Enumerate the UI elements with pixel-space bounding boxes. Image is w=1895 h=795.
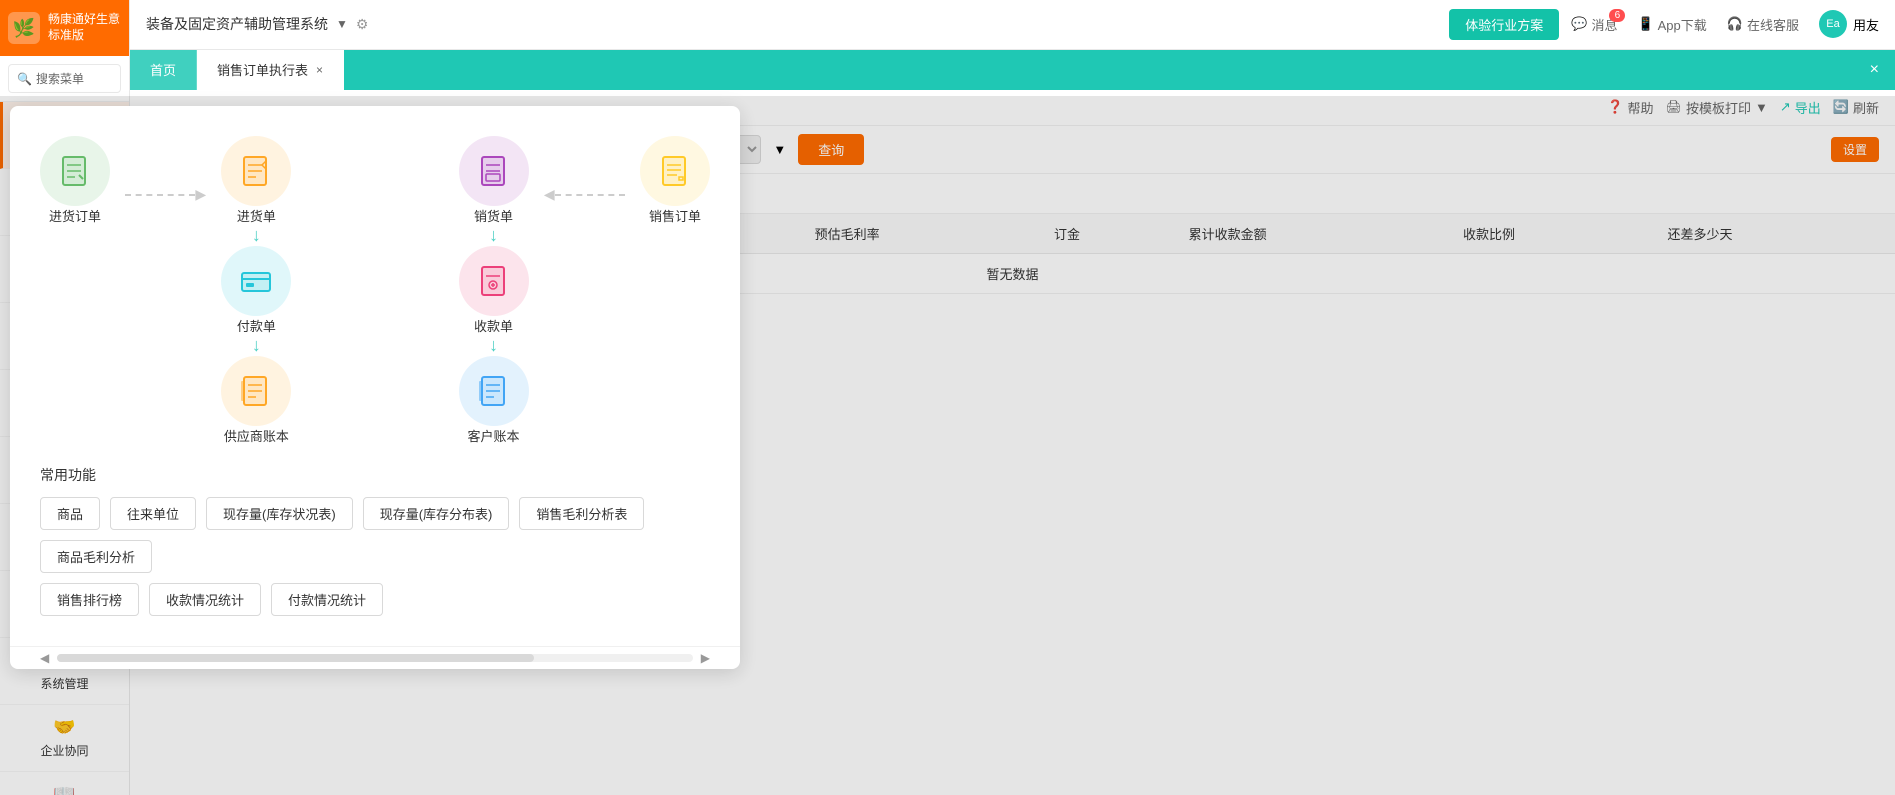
common-buttons-row-2: 销售排行榜 收款情况统计 付款情况统计 xyxy=(130,583,710,616)
flow-arrows-down-2: ↓ ↓ xyxy=(130,335,710,356)
tab-close-icon[interactable]: × xyxy=(316,63,323,77)
flow-node-payment-bill[interactable]: 付款单 xyxy=(221,246,291,335)
common-btn-sales-gross[interactable]: 销售毛利分析表 xyxy=(519,497,644,530)
down-arrow-purchase: ↓ xyxy=(221,225,291,246)
search-icon: 🔍 xyxy=(17,72,32,86)
app-download-button[interactable]: 📱 App下载 xyxy=(1637,15,1706,34)
common-btn-payment-stat[interactable]: 付款情况统计 xyxy=(271,583,383,616)
scrollbar-area: ◀ ▶ xyxy=(130,646,740,669)
scrollbar-track[interactable] xyxy=(130,654,693,662)
flow-node-customer-ledger[interactable]: 客户账本 xyxy=(459,356,529,445)
supplier-ledger-icon xyxy=(221,356,291,426)
flow-node-sales-order[interactable]: 销售订单 xyxy=(640,136,710,225)
flow-node-receipt-bill[interactable]: 收款单 xyxy=(459,246,529,335)
common-title: 常用功能 xyxy=(130,465,710,485)
scroll-right-btn[interactable]: ▶ xyxy=(701,651,710,665)
experience-btn[interactable]: 体验行业方案 xyxy=(1449,9,1559,40)
common-btn-receipt-stat[interactable]: 收款情况统计 xyxy=(149,583,261,616)
receipt-bill-icon xyxy=(459,246,529,316)
receipt-bill-label: 收款单 xyxy=(474,316,513,335)
common-buttons-row-1: 商品 往来单位 现存量(库存状况表) 现存量(库存分布表) 销售毛利分析表 商品… xyxy=(130,497,710,573)
logo-icon: 🌿 xyxy=(8,12,40,44)
flow-modal: 进货订单 ▶ 进货单 xyxy=(130,106,740,669)
user-avatar: Ea xyxy=(1819,10,1847,38)
common-btn-stock-dist[interactable]: 现存量(库存分布表) xyxy=(363,497,510,530)
tab-home[interactable]: 首页 xyxy=(130,50,197,90)
flow-node-supplier-ledger[interactable]: 供应商账本 xyxy=(221,356,291,445)
search-menu-button[interactable]: 🔍 搜索菜单 xyxy=(8,64,121,93)
system-dropdown[interactable]: ▼ xyxy=(336,17,348,31)
modal-overlay: 进货订单 ▶ 进货单 xyxy=(130,96,1895,795)
sales-order-icon xyxy=(640,136,710,206)
system-title-area: 装备及固定资产辅助管理系统 ▼ ⚙ xyxy=(146,14,1437,34)
message-icon: 💬 xyxy=(1571,16,1587,32)
scrollbar-thumb xyxy=(130,654,534,662)
supplier-ledger-label: 供应商账本 xyxy=(224,426,289,445)
common-btn-stock-status[interactable]: 现存量(库存状况表) xyxy=(206,497,353,530)
settings-icon[interactable]: ⚙ xyxy=(356,16,369,33)
main-content: 装备及固定资产辅助管理系统 ▼ ⚙ 体验行业方案 💬 消息 6 📱 App下载 … xyxy=(130,0,1895,795)
down-arrow-receipt: ↓ xyxy=(459,335,529,356)
flow-arrows-down: ↓ ↓ xyxy=(130,225,710,246)
tab-sales-order-exec[interactable]: 销售订单执行表 × xyxy=(197,50,344,90)
sales-bill-icon xyxy=(459,136,529,206)
online-service-button[interactable]: 🎧 在线客服 xyxy=(1727,15,1799,34)
purchase-bill-label: 进货单 xyxy=(237,206,276,225)
user-name: 用友 xyxy=(1853,15,1879,34)
sales-order-label: 销售订单 xyxy=(649,206,701,225)
common-btn-sales-rank[interactable]: 销售排行榜 xyxy=(130,583,139,616)
payment-bill-label: 付款单 xyxy=(237,316,276,335)
topbar: 装备及固定资产辅助管理系统 ▼ ⚙ 体验行业方案 💬 消息 6 📱 App下载 … xyxy=(130,0,1895,50)
flow-row-3: 付款单 收款单 xyxy=(130,246,710,335)
logo-text: 畅康通好生意 标准版 xyxy=(48,12,120,43)
customer-ledger-icon xyxy=(459,356,529,426)
common-functions-section: 常用功能 商品 往来单位 现存量(库存状况表) 现存量(库存分布表) 销售毛利分… xyxy=(130,455,740,646)
common-btn-partner[interactable]: 往来单位 xyxy=(130,497,196,530)
flow-row-5: 供应商账本 客户账本 xyxy=(130,356,710,445)
sales-bill-label: 销货单 xyxy=(474,206,513,225)
service-icon: 🎧 xyxy=(1727,16,1743,32)
customer-ledger-label: 客户账本 xyxy=(468,426,520,445)
topbar-icons: 💬 消息 6 📱 App下载 🎧 在线客服 Ea 用友 xyxy=(1571,10,1879,38)
payment-bill-icon xyxy=(221,246,291,316)
message-button[interactable]: 💬 消息 6 xyxy=(1571,15,1617,34)
arrow-1: ▶ xyxy=(130,186,221,225)
down-arrow-sales: ↓ xyxy=(459,225,529,246)
user-area[interactable]: Ea 用友 xyxy=(1819,10,1879,38)
down-arrow-payment: ↓ xyxy=(221,335,291,356)
arrow-2: ◀ xyxy=(529,186,640,225)
flow-node-sales-bill[interactable]: 销货单 xyxy=(459,136,529,225)
flow-node-purchase-bill[interactable]: 进货单 xyxy=(221,136,291,225)
app-logo: 🌿 畅康通好生意 标准版 xyxy=(0,0,129,56)
flow-row-1: 进货订单 ▶ 进货单 xyxy=(130,136,710,225)
tabbar: 首页 销售订单执行表 × × xyxy=(130,50,1895,90)
system-title: 装备及固定资产辅助管理系统 xyxy=(146,14,328,34)
common-btn-product-gross[interactable]: 商品毛利分析 xyxy=(130,540,152,573)
purchase-bill-icon xyxy=(221,136,291,206)
message-badge: 6 xyxy=(1609,9,1625,22)
flow-area: 进货订单 ▶ 进货单 xyxy=(130,106,740,455)
download-icon: 📱 xyxy=(1637,16,1653,32)
close-all-tabs-btn[interactable]: × xyxy=(1854,61,1895,79)
